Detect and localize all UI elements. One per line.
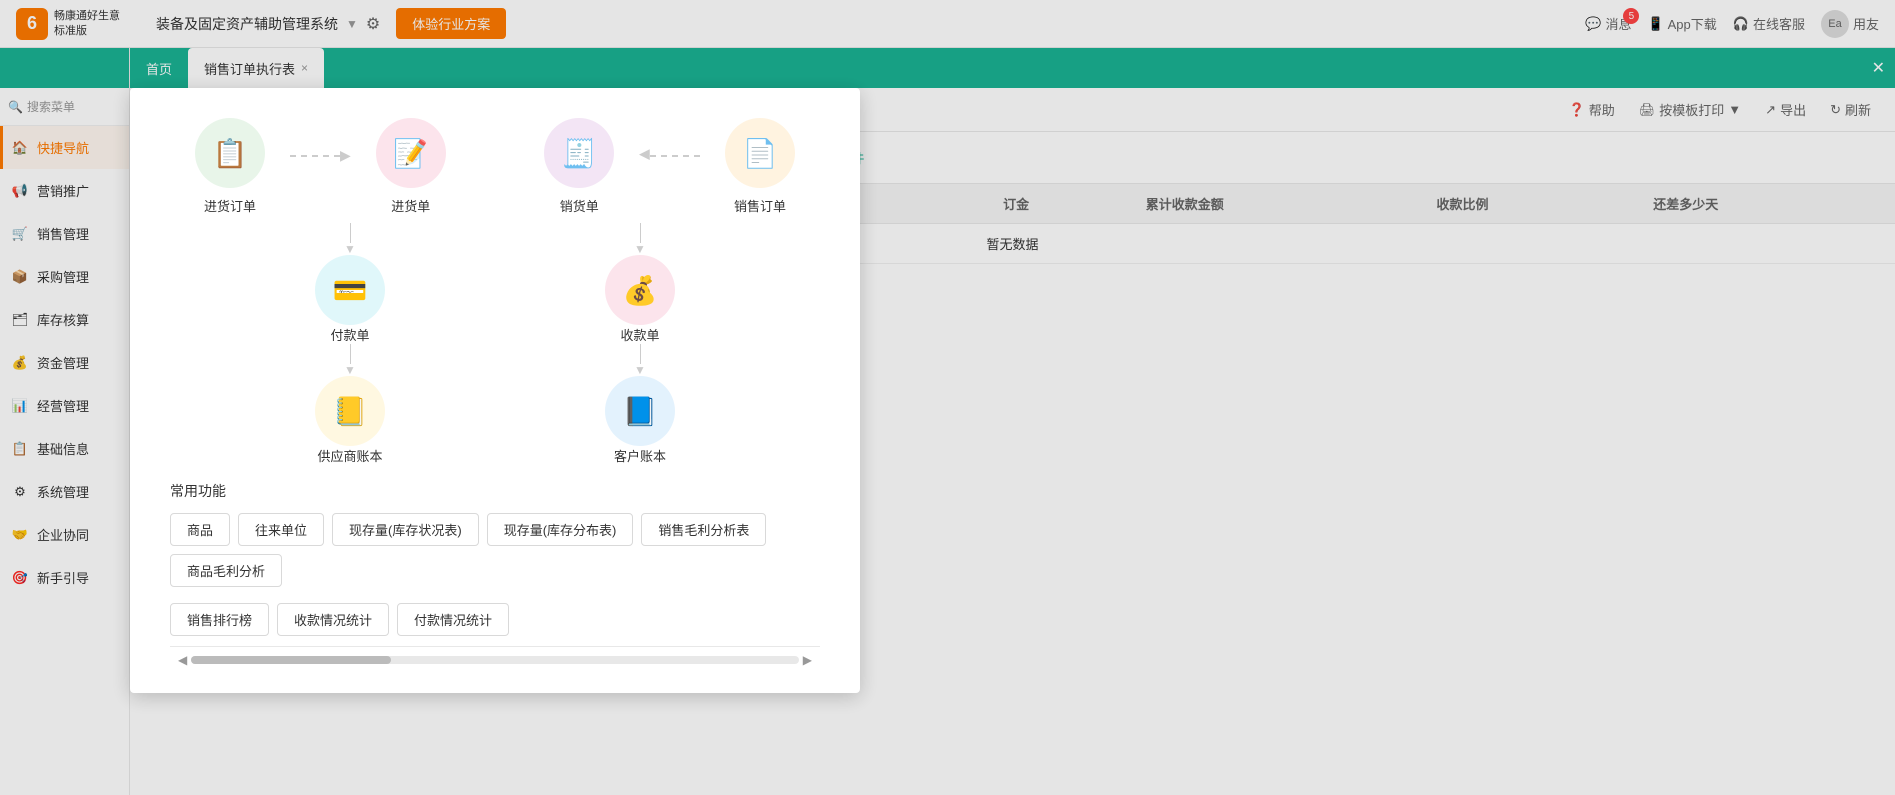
supplier-ledger-label: 供应商账本 [317,446,382,465]
receipt-bill-circle: 💰 [605,255,675,325]
scroll-left-btn[interactable]: ◀ [178,653,187,667]
func-btn-6[interactable]: 销售排行榜 [170,603,269,636]
purchase-bill-circle: 📝 [376,118,446,188]
func-btn-0[interactable]: 商品 [170,513,230,546]
modal: 📋 进货订单 ▶ 📝 进货单 🧾 销货单 [130,88,860,693]
func-btn-2[interactable]: 现存量(库存状况表) [332,513,479,546]
purchase-order-label: 进货订单 [204,196,256,215]
receipt-bill-label: 收款单 [620,325,659,344]
func-btn-3[interactable]: 现存量(库存分布表) [487,513,634,546]
flow-node-purchase-bill[interactable]: 📝 进货单 [351,118,471,215]
customer-ledger-col: ▼ 📘 客户账本 [580,344,700,465]
flow-row-1: 📋 进货订单 ▶ 📝 进货单 🧾 销货单 [170,118,820,215]
func-btn-4[interactable]: 销售毛利分析表 [641,513,766,546]
scroll-area: ◀ ▶ [170,646,820,673]
func-btn-1[interactable]: 往来单位 [238,513,324,546]
modal-overlay: 📋 进货订单 ▶ 📝 进货单 🧾 销货单 [0,0,1895,795]
flow-row-3: ▼ 📒 供应商账本 ▼ 📘 客户账本 [170,344,820,465]
app-wrapper: 6 畅康通好生意 标准版 装备及固定资产辅助管理系统 ▼ ⚙ 体验行业方案 💬 … [0,0,1895,795]
purchase-order-circle: 📋 [195,118,265,188]
scroll-right-btn[interactable]: ▶ [803,653,812,667]
func-row-1: 商品往来单位现存量(库存状况表)现存量(库存分布表)销售毛利分析表商品毛利分析 [170,513,820,587]
func-btn-5[interactable]: 商品毛利分析 [170,554,282,587]
supplier-ledger-col: ▼ 📒 供应商账本 [290,344,410,465]
func-btn-7[interactable]: 收款情况统计 [277,603,389,636]
sales-bill-label: 销货单 [560,196,599,215]
flow-node-purchase-order[interactable]: 📋 进货订单 [170,118,290,215]
purchase-bill-label: 进货单 [391,196,430,215]
payment-bill-label: 付款单 [330,325,369,344]
common-functions: 常用功能 商品往来单位现存量(库存状况表)现存量(库存分布表)销售毛利分析表商品… [170,481,820,636]
customer-ledger-label: 客户账本 [614,446,666,465]
arrow-h-1: ▶ [290,147,351,186]
purchase-bill-col: ▼ 💳 付款单 [290,223,410,344]
flow-node-sales-order[interactable]: 📄 销售订单 [700,118,820,215]
sales-bill-col: ▼ 💰 收款单 [580,223,700,344]
supplier-ledger-circle: 📒 [315,376,385,446]
func-btn-8[interactable]: 付款情况统计 [397,603,509,636]
payment-bill-circle: 💳 [315,255,385,325]
flow-node-sales-bill[interactable]: 🧾 销货单 [519,118,639,215]
sales-order-circle: 📄 [725,118,795,188]
common-title: 常用功能 [170,481,820,501]
scroll-track[interactable] [191,656,799,664]
sales-order-label: 销售订单 [734,196,786,215]
func-buttons: 商品往来单位现存量(库存状况表)现存量(库存分布表)销售毛利分析表商品毛利分析销… [170,513,820,636]
sales-bill-circle: 🧾 [544,118,614,188]
flow-row-2: ▼ 💳 付款单 ▼ 💰 收款单 [170,223,820,344]
scroll-thumb[interactable] [191,656,391,664]
arrow-h-2: ▶ [639,147,700,186]
customer-ledger-circle: 📘 [605,376,675,446]
